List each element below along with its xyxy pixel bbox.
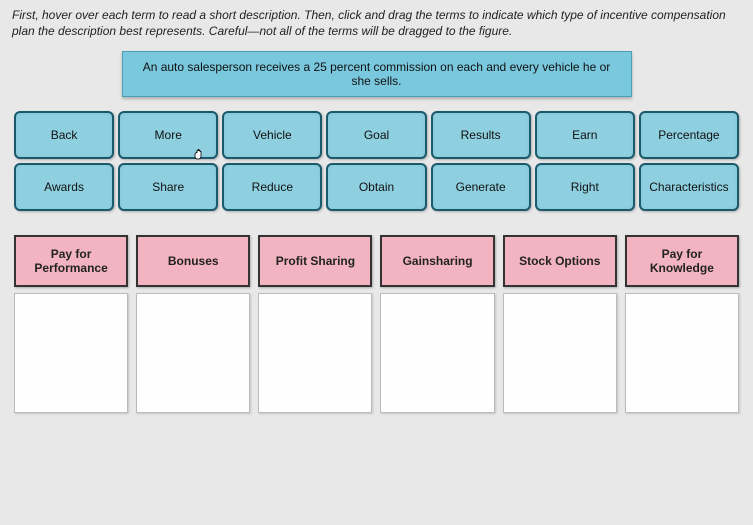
category-row: Pay for Performance Bonuses Profit Shari… — [12, 235, 741, 413]
category-stock-options: Stock Options — [503, 235, 617, 287]
term-back[interactable]: Back — [14, 111, 114, 159]
term-grid: Back More Vehicle Goal Results Earn Perc… — [12, 111, 741, 211]
category-pay-for-knowledge: Pay for Knowledge — [625, 235, 739, 287]
instructions-text: First, hover over each term to read a sh… — [12, 8, 741, 39]
category-gainsharing: Gainsharing — [380, 235, 494, 287]
term-goal[interactable]: Goal — [326, 111, 426, 159]
drop-zone-bonuses[interactable] — [136, 293, 250, 413]
term-percentage[interactable]: Percentage — [639, 111, 739, 159]
term-reduce[interactable]: Reduce — [222, 163, 322, 211]
drop-zone-pay-for-knowledge[interactable] — [625, 293, 739, 413]
term-characteristics[interactable]: Characteristics — [639, 163, 739, 211]
term-more[interactable]: More — [118, 111, 218, 159]
term-right[interactable]: Right — [535, 163, 635, 211]
drop-zone-gainsharing[interactable] — [380, 293, 494, 413]
drop-zone-profit-sharing[interactable] — [258, 293, 372, 413]
term-awards[interactable]: Awards — [14, 163, 114, 211]
drop-zone-pay-for-performance[interactable] — [14, 293, 128, 413]
term-generate[interactable]: Generate — [431, 163, 531, 211]
category-bonuses: Bonuses — [136, 235, 250, 287]
term-earn[interactable]: Earn — [535, 111, 635, 159]
term-obtain[interactable]: Obtain — [326, 163, 426, 211]
drop-zone-stock-options[interactable] — [503, 293, 617, 413]
term-results[interactable]: Results — [431, 111, 531, 159]
scenario-banner: An auto salesperson receives a 25 percen… — [122, 51, 632, 97]
category-pay-for-performance: Pay for Performance — [14, 235, 128, 287]
term-vehicle[interactable]: Vehicle — [222, 111, 322, 159]
category-profit-sharing: Profit Sharing — [258, 235, 372, 287]
term-share[interactable]: Share — [118, 163, 218, 211]
term-label: More — [155, 128, 182, 142]
